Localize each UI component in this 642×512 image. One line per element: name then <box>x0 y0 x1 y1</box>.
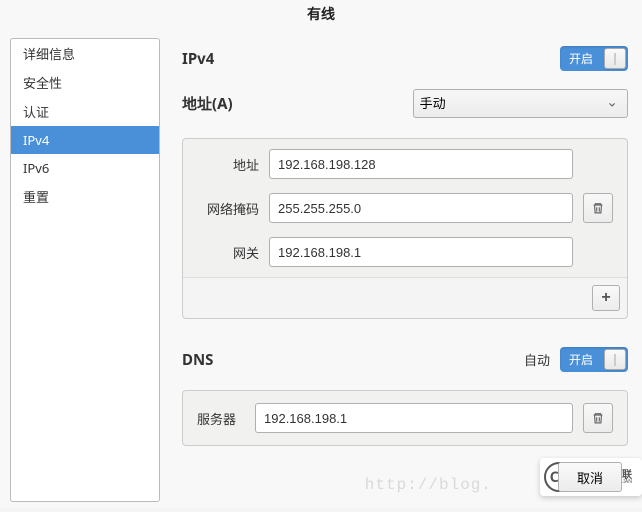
dns-server-input[interactable] <box>255 403 573 433</box>
delete-address-button[interactable] <box>583 193 613 223</box>
sidebar-item-security[interactable]: 安全性 <box>11 68 159 97</box>
gateway-input[interactable] <box>269 237 573 267</box>
toggle-knob-icon <box>604 48 626 69</box>
dns-title: DNS <box>182 350 213 370</box>
ipv4-toggle[interactable]: 开启 <box>560 46 628 71</box>
netmask-field-label: 网络掩码 <box>193 199 259 218</box>
delete-dns-button[interactable] <box>583 403 613 433</box>
address-input[interactable] <box>269 149 573 179</box>
dns-auto-toggle[interactable]: 开启 <box>560 347 628 372</box>
sidebar-item-ipv6[interactable]: IPv6 <box>11 154 159 182</box>
netmask-input[interactable] <box>269 193 573 223</box>
window-title: 有线 <box>0 0 642 28</box>
cancel-button[interactable]: 取消 <box>558 462 622 492</box>
toggle-knob-icon <box>604 349 626 370</box>
gateway-field-label: 网关 <box>193 243 259 262</box>
address-heading: 地址(A) <box>182 93 233 114</box>
sidebar-item-details[interactable]: 详细信息 <box>11 39 159 68</box>
toggle-on-label: 开启 <box>560 351 602 368</box>
trash-icon <box>591 411 605 426</box>
toggle-on-label: 开启 <box>560 50 602 67</box>
plus-icon: + <box>601 289 610 307</box>
sidebar-item-reset[interactable]: 重置 <box>11 182 159 211</box>
dns-fields-group: 服务器 <box>182 390 628 446</box>
content-scroll[interactable]: IPv4 开启 地址(A) 手动 <box>160 28 642 512</box>
ipv4-title: IPv4 <box>182 49 214 69</box>
dns-server-label: 服务器 <box>197 409 245 428</box>
address-fields-group: 地址 网络掩码 <box>182 138 628 319</box>
trash-icon <box>591 201 605 216</box>
add-address-button[interactable]: + <box>592 285 620 311</box>
address-field-label: 地址 <box>193 155 259 174</box>
sidebar-item-ipv4[interactable]: IPv4 <box>11 126 159 154</box>
method-select[interactable]: 手动 <box>413 89 628 118</box>
dns-auto-label: 自动 <box>524 350 550 369</box>
sidebar: 详细信息 安全性 认证 IPv4 IPv6 重置 <box>10 38 160 502</box>
sidebar-item-auth[interactable]: 认证 <box>11 97 159 126</box>
